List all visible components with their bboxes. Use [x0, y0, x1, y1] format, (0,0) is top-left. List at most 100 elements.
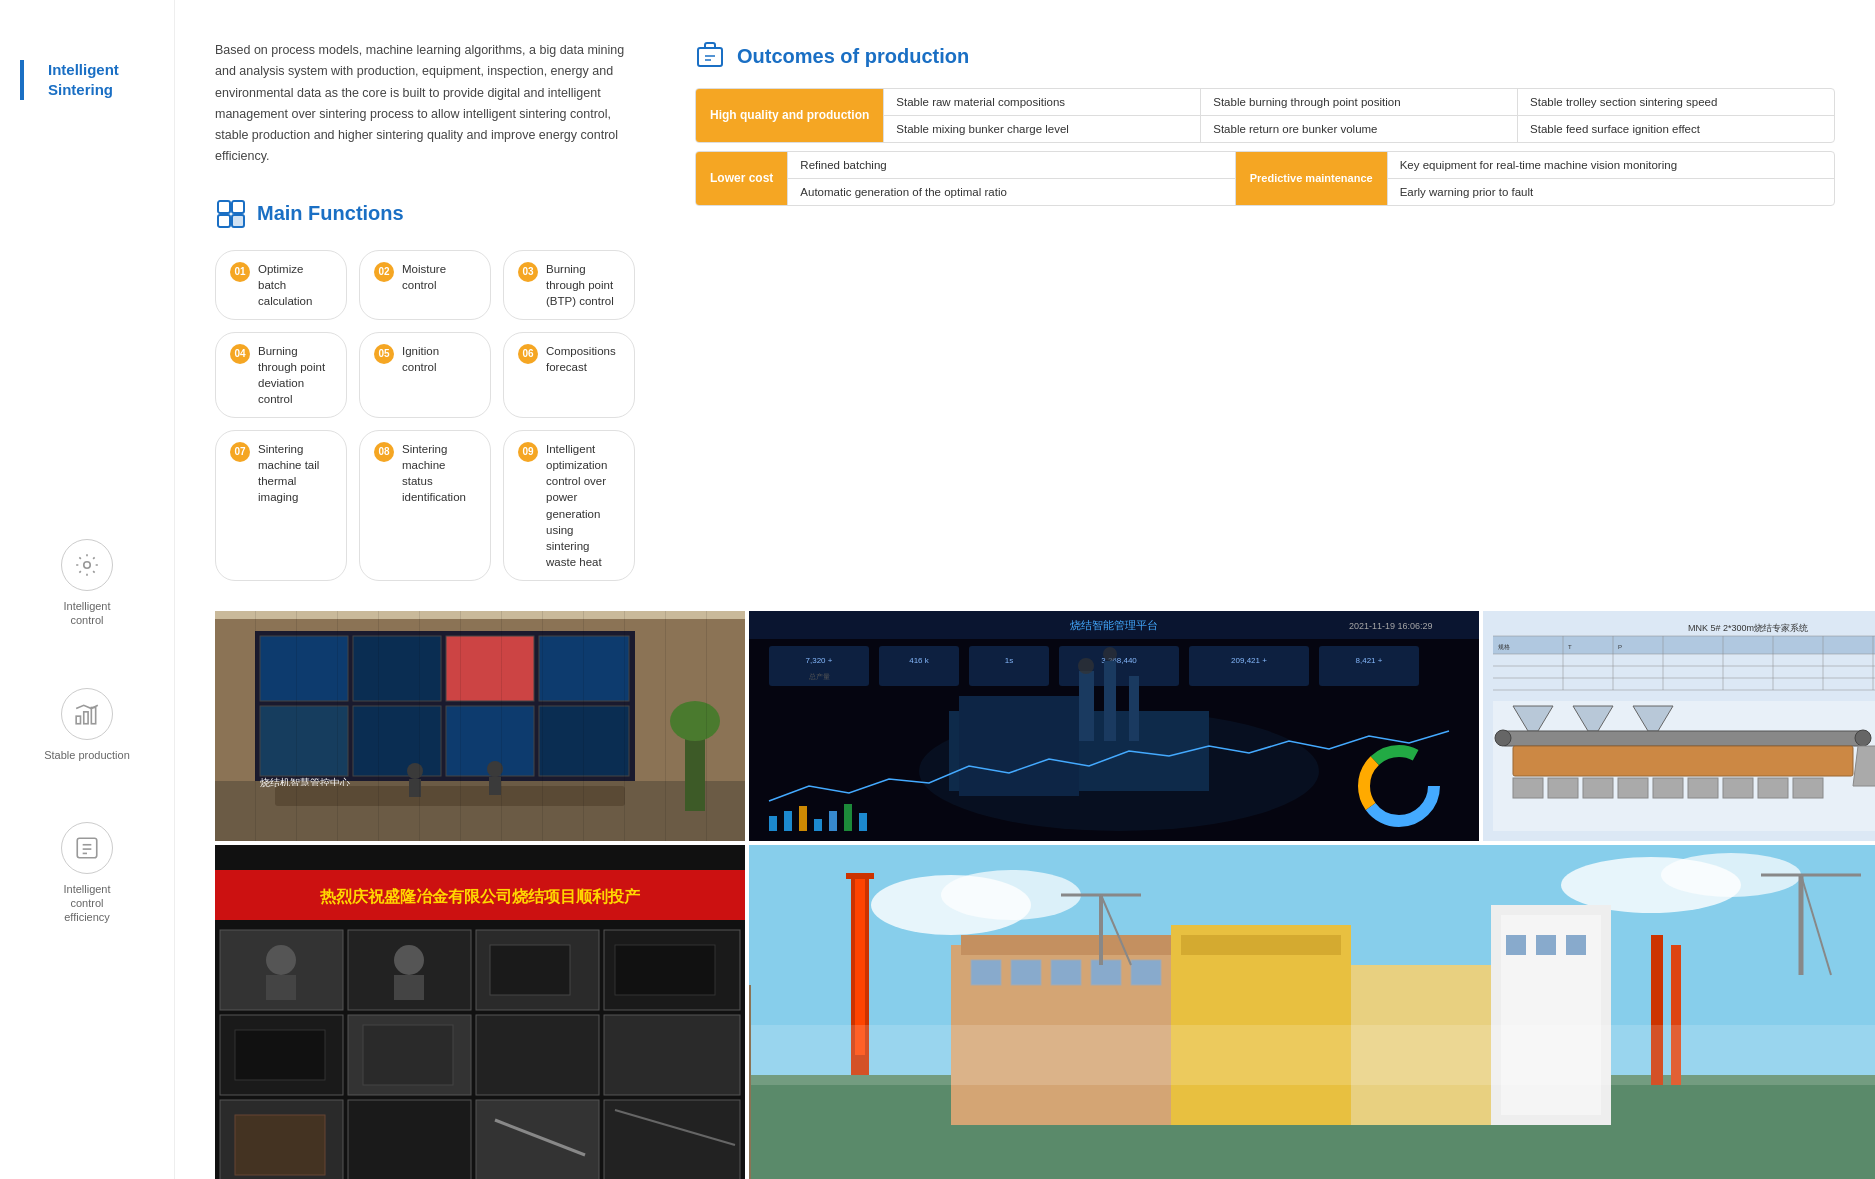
svg-point-120 [394, 945, 424, 975]
svg-rect-11 [232, 215, 244, 227]
svg-rect-15 [215, 611, 745, 841]
svg-rect-135 [363, 1110, 453, 1179]
svg-point-118 [266, 945, 296, 975]
svg-rect-32 [409, 779, 421, 797]
function-num-08: 08 [374, 442, 394, 462]
svg-rect-50 [1319, 646, 1419, 686]
svg-rect-132 [476, 1100, 599, 1179]
svg-rect-151 [1051, 960, 1081, 985]
svg-text:热烈庆祝盛隆冶金有限公司烧结项目顺利投产: 热烈庆祝盛隆冶金有限公司烧结项目顺利投产 [319, 887, 641, 905]
svg-rect-26 [539, 706, 629, 776]
svg-rect-60 [769, 816, 777, 831]
svg-rect-104 [1688, 778, 1718, 798]
predictive-cell-row-1: Key equipment for real-time machine visi… [1388, 152, 1834, 179]
stable-production-icon [61, 688, 113, 740]
svg-point-0 [84, 562, 91, 569]
svg-rect-48 [1189, 646, 1309, 686]
right-outcomes: Outcomes of production High quality and … [695, 40, 1835, 581]
svg-rect-1 [76, 716, 80, 724]
svg-rect-24 [353, 706, 441, 776]
outcomes-title: Outcomes of production [737, 45, 969, 68]
svg-point-140 [941, 870, 1081, 920]
brand: Intelligent Sintering [0, 60, 119, 99]
svg-text:209,421 +: 209,421 + [1231, 656, 1267, 665]
svg-text:烧结机智慧管控中心: 烧结机智慧管控中心 [260, 777, 350, 788]
function-num-01: 01 [230, 262, 250, 282]
svg-text:规格: 规格 [1498, 644, 1510, 650]
svg-rect-101 [1583, 778, 1613, 798]
svg-rect-19 [260, 636, 348, 701]
svg-rect-42 [879, 646, 959, 686]
svg-rect-121 [394, 975, 424, 1000]
predictive-cell-2: Early warning prior to fault [1388, 179, 1834, 205]
svg-text:MNK 5# 2*300m烧结专家系统: MNK 5# 2*300m烧结专家系统 [1688, 623, 1808, 633]
outcomes-table-quality: High quality and production Stable raw m… [695, 88, 1835, 143]
svg-rect-65 [844, 804, 852, 831]
quality-cell-row-1: Stable raw material compositions Stable … [884, 89, 1834, 116]
sidebar: Intelligent Sintering Intelligentcontrol [0, 0, 175, 1179]
svg-rect-99 [1513, 778, 1543, 798]
svg-rect-155 [1181, 935, 1341, 955]
svg-rect-127 [604, 1015, 740, 1095]
svg-rect-128 [235, 1030, 325, 1080]
sidebar-icons: Intelligentcontrol Stable production [44, 539, 130, 925]
svg-point-33 [487, 761, 503, 777]
svg-rect-95 [1503, 731, 1863, 746]
quality-cells: Stable raw material compositions Stable … [883, 89, 1834, 142]
svg-rect-8 [218, 201, 230, 213]
lower-cost-cells: Refined batching Automatic generation of… [787, 152, 1235, 205]
brand-line2: Sintering [48, 80, 119, 100]
sidebar-item-efficiency[interactable]: Intelligentcontrolefficiency [61, 822, 113, 925]
svg-text:7,320 +: 7,320 + [806, 656, 833, 665]
svg-rect-100 [1548, 778, 1578, 798]
sidebar-item-intelligent-control[interactable]: Intelligentcontrol [61, 539, 113, 628]
brand-bar [20, 60, 24, 100]
quality-cell-1-2: Stable burning through point position [1201, 89, 1518, 115]
svg-rect-44 [969, 646, 1049, 686]
svg-rect-63 [814, 819, 822, 831]
function-label-08: Sintering machine status identification [402, 441, 476, 505]
function-label-05: Ignition control [402, 343, 476, 375]
svg-rect-23 [260, 706, 348, 776]
function-label-02: Moisture control [402, 261, 476, 293]
function-label-09: Intelligent optimization control over po… [546, 441, 620, 570]
svg-point-30 [670, 701, 720, 741]
svg-rect-134 [235, 1115, 325, 1175]
outcomes-icon [695, 40, 727, 72]
function-num-04: 04 [230, 344, 250, 364]
outcomes-row-lower: Lower cost Refined batching Automatic ge… [696, 152, 1834, 205]
svg-point-97 [1855, 730, 1871, 746]
svg-rect-29 [685, 731, 705, 811]
sidebar-item-stable-production[interactable]: Stable production [44, 688, 130, 762]
svg-rect-17 [215, 611, 745, 619]
svg-rect-103 [1653, 778, 1683, 798]
svg-rect-54 [959, 696, 1079, 796]
svg-rect-16 [215, 781, 745, 841]
svg-point-59 [1103, 647, 1117, 661]
svg-text:总产量: 总产量 [808, 673, 830, 680]
main-functions-header: Main Functions [215, 198, 635, 230]
svg-rect-123 [615, 945, 715, 995]
main-content: Based on process models, machine learnin… [175, 0, 1875, 1179]
quality-cell-1-1: Stable raw material compositions [884, 89, 1201, 115]
main-functions-icon [215, 198, 247, 230]
svg-rect-153 [1131, 960, 1161, 985]
svg-rect-56 [1104, 661, 1116, 741]
chinese-signage-image: 热烈庆祝盛隆冶金有限公司烧结项目顺利投产 [215, 845, 745, 1179]
svg-rect-160 [1536, 935, 1556, 955]
left-info: Based on process models, machine learnin… [215, 40, 635, 581]
svg-point-58 [1078, 658, 1094, 674]
svg-rect-126 [476, 1015, 599, 1095]
function-label-03: Burning through point (BTP) control [546, 261, 620, 309]
function-label-07: Sintering machine tail thermal imaging [258, 441, 332, 505]
svg-text:P: P [1618, 644, 1622, 650]
svg-text:T: T [1568, 644, 1572, 650]
predictive-category: Predictive maintenance [1236, 152, 1387, 205]
svg-rect-2 [84, 711, 88, 723]
svg-rect-122 [490, 945, 570, 995]
svg-text:416 k: 416 k [909, 656, 930, 665]
svg-rect-57 [1129, 676, 1139, 741]
description-text: Based on process models, machine learnin… [215, 40, 635, 168]
svg-rect-129 [363, 1025, 453, 1085]
function-item-09: 09 Intelligent optimization control over… [503, 430, 635, 581]
